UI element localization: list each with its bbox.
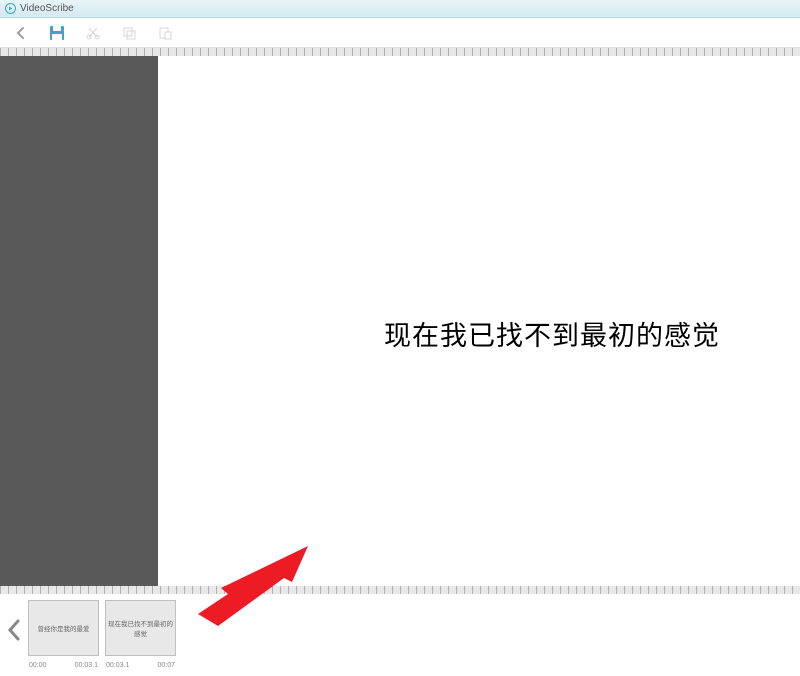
back-button[interactable]: [12, 24, 30, 42]
app-icon: [4, 3, 16, 15]
thumb-time-end: 00:07: [157, 662, 175, 669]
timeline: 曾经你是我的最爱 00:00 00:03.1 现在我已找不到最初的感觉 00:0…: [0, 594, 800, 676]
canvas-area: 现在我已找不到最初的感觉: [0, 56, 800, 594]
thumb-times: 00:00 00:03.1: [29, 662, 98, 669]
ruler-top: [0, 48, 800, 56]
thumb-times: 00:03.1 00:07: [106, 662, 175, 669]
title-bar: VideoScribe: [0, 0, 800, 18]
app-title: VideoScribe: [20, 3, 74, 14]
thumb-time-start: 00:00: [29, 662, 47, 669]
toolbar: [0, 18, 800, 48]
ruler-bottom: [0, 586, 800, 594]
timeline-prev-button[interactable]: [4, 602, 24, 658]
save-button[interactable]: [48, 24, 66, 42]
canvas[interactable]: 现在我已找不到最初的感觉: [158, 56, 800, 594]
thumb-time-end: 00:03.1: [75, 662, 98, 669]
timeline-thumb-1[interactable]: 曾经你是我的最爱 00:00 00:03.1: [28, 600, 99, 656]
timeline-thumb-2[interactable]: 现在我已找不到最初的感觉 00:03.1 00:07: [105, 600, 176, 656]
canvas-text[interactable]: 现在我已找不到最初的感觉: [384, 314, 720, 353]
paste-button[interactable]: [156, 24, 174, 42]
thumb-text: 曾经你是我的最爱: [36, 621, 92, 635]
cut-button[interactable]: [84, 24, 102, 42]
off-canvas-left: [0, 56, 158, 594]
thumb-text: 现在我已找不到最初的感觉: [106, 616, 175, 640]
copy-button[interactable]: [120, 24, 138, 42]
thumb-time-start: 00:03.1: [106, 662, 129, 669]
